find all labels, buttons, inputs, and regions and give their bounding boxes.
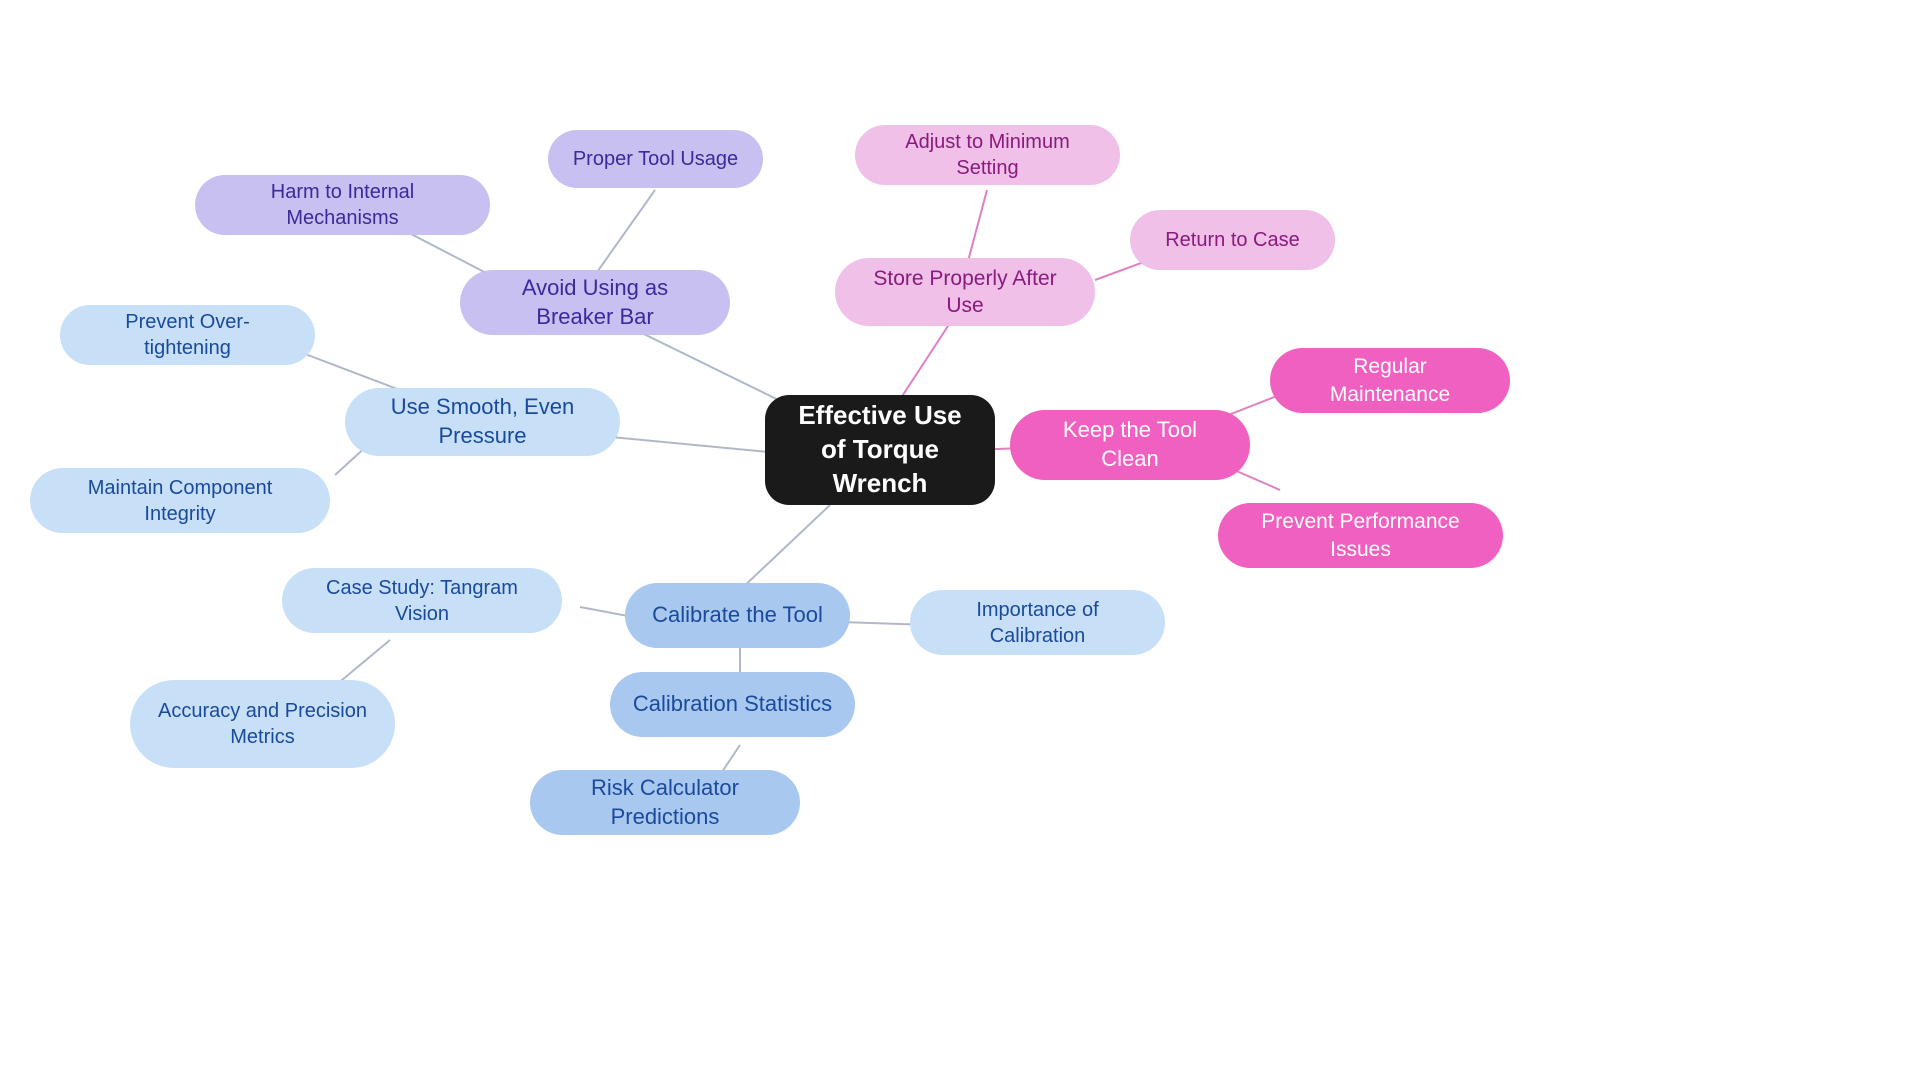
calibrate-tool-node[interactable]: Calibrate the Tool — [625, 583, 850, 648]
mindmap-container: Effective Use of TorqueWrench Avoid Usin… — [0, 0, 1920, 1083]
proper-usage-node[interactable]: Proper Tool Usage — [548, 130, 763, 188]
risk-calc-node[interactable]: Risk Calculator Predictions — [530, 770, 800, 835]
prevent-perf-node[interactable]: Prevent Performance Issues — [1218, 503, 1503, 568]
accuracy-metrics-node[interactable]: Accuracy and PrecisionMetrics — [130, 680, 395, 768]
avoid-breaker-node[interactable]: Avoid Using as Breaker Bar — [460, 270, 730, 335]
harm-internal-node[interactable]: Harm to Internal Mechanisms — [195, 175, 490, 235]
maintain-comp-node[interactable]: Maintain Component Integrity — [30, 468, 330, 533]
smooth-pressure-node[interactable]: Use Smooth, Even Pressure — [345, 388, 620, 456]
prevent-over-node[interactable]: Prevent Over-tightening — [60, 305, 315, 365]
importance-calib-node[interactable]: Importance of Calibration — [910, 590, 1165, 655]
return-case-node[interactable]: Return to Case — [1130, 210, 1335, 270]
keep-clean-node[interactable]: Keep the Tool Clean — [1010, 410, 1250, 480]
regular-maint-node[interactable]: Regular Maintenance — [1270, 348, 1510, 413]
adjust-min-node[interactable]: Adjust to Minimum Setting — [855, 125, 1120, 185]
case-study-node[interactable]: Case Study: Tangram Vision — [282, 568, 562, 633]
calib-stats-node[interactable]: Calibration Statistics — [610, 672, 855, 737]
store-proper-node[interactable]: Store Properly After Use — [835, 258, 1095, 326]
center-node[interactable]: Effective Use of TorqueWrench — [765, 395, 995, 505]
